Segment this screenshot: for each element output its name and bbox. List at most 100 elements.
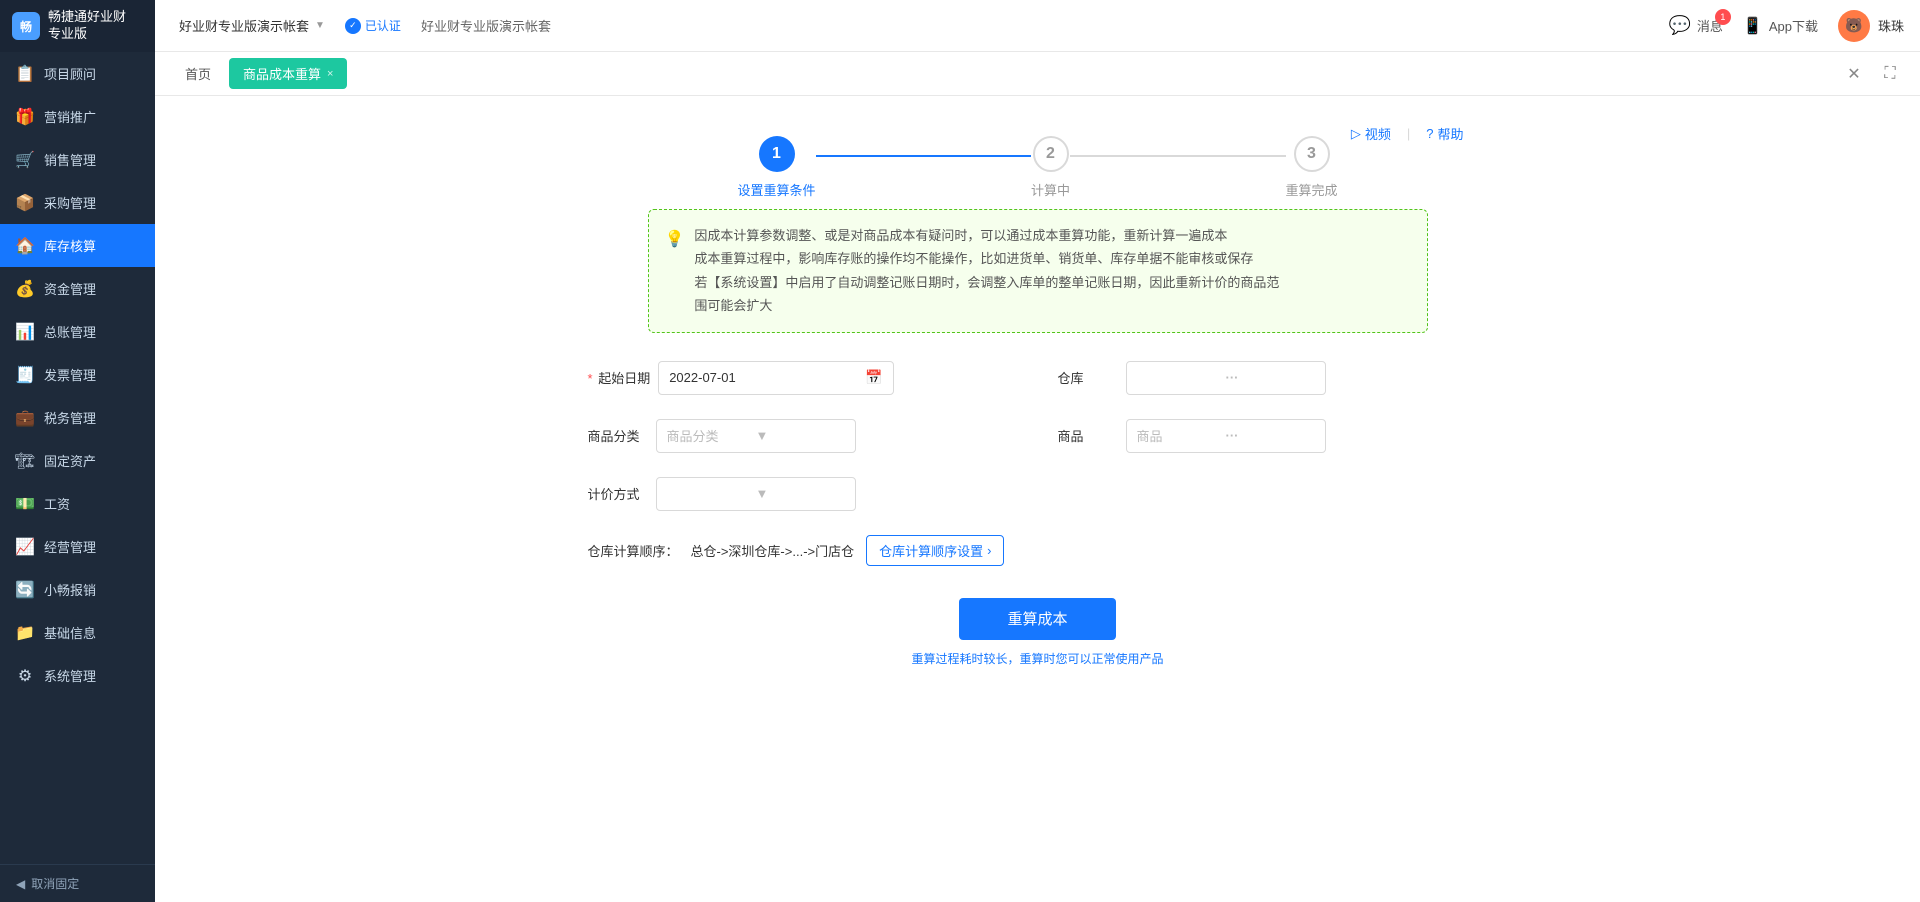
tab-home[interactable]: 首页 [171,58,225,89]
sidebar-item-label: 小畅报销 [44,580,96,599]
sidebar-item-sales[interactable]: 🛒 销售管理 [0,138,155,181]
inventory-icon: 🏠 [16,237,34,255]
app-name: 畅捷通好业财 [48,9,126,26]
company-selector[interactable]: 好业财专业版演示帐套 ▼ [171,12,333,39]
tab-close-btn[interactable]: ✕ [1840,60,1868,88]
warehouse-dots-btn[interactable]: ··· [1226,370,1315,385]
goods-label: 商品 [1058,426,1118,445]
tab-cost-recalc-label: 商品成本重算 [243,64,321,83]
warehouse-order-btn[interactable]: 仓库计算顺序设置 › [866,535,1004,566]
user-avatar: 🐻 [1838,10,1870,42]
assets-icon: 🏗 [16,452,34,470]
warehouse-input[interactable]: ··· [1126,361,1326,395]
calendar-icon[interactable]: 📅 [855,369,892,386]
submit-area: 重算成本 重算过程耗时较长，重算时您可以正常使用产品 [588,598,1488,667]
dashboard-icon: 📋 [16,65,34,83]
sidebar-item-label: 项目顾问 [44,64,96,83]
main-wrapper: 好业财专业版演示帐套 ▼ ✓ 已认证 好业财专业版演示帐套 💬 消息 1 📱 A… [155,0,1920,902]
top-header: 好业财专业版演示帐套 ▼ ✓ 已认证 好业财专业版演示帐套 💬 消息 1 📱 A… [155,0,1920,52]
price-method-select[interactable]: ▼ [656,477,856,511]
step-line-2 [1070,155,1285,157]
step-3-circle: 3 [1294,136,1330,172]
sidebar-item-purchase[interactable]: 📦 采购管理 [0,181,155,224]
warehouse-order-label: 仓库计算顺序： [588,541,679,560]
sidebar-item-basic[interactable]: 📁 基础信息 [0,611,155,654]
user-profile[interactable]: 🐻 珠珠 [1838,10,1904,42]
ledger-icon: 📊 [16,323,34,341]
warehouse-label: 仓库 [1058,368,1118,387]
message-button[interactable]: 💬 消息 1 [1668,15,1722,36]
tab-bar-actions: ✕ ⛶ [1840,60,1904,88]
step-3-label: 重算完成 [1286,180,1338,199]
start-date-input[interactable] [659,362,855,394]
app-logo-icon: 畅 [12,12,40,40]
sidebar-item-label: 经营管理 [44,537,96,556]
tab-close-icon[interactable]: × [327,68,333,80]
start-date-label: * 起始日期 [588,368,651,387]
marketing-icon: 🎁 [16,108,34,126]
sidebar-item-dashboard[interactable]: 📋 项目顾问 [0,52,155,95]
step-1-circle: 1 [759,136,795,172]
video-link[interactable]: ▷ 视频 [1351,124,1391,143]
submit-tip: 重算过程耗时较长，重算时您可以正常使用产品 [588,650,1488,667]
info-line-4: 围可能会扩大 [694,294,1279,317]
step-2-label: 计算中 [1031,180,1070,199]
form-row-2: 商品分类 商品分类 ▼ 商品 商品 ··· [588,419,1488,453]
sidebar-item-payroll[interactable]: 💵 工资 [0,482,155,525]
finance-icon: 💰 [16,280,34,298]
system-icon: ⚙ [16,667,34,685]
start-date-field: * 起始日期 📅 [588,361,1018,395]
category-select[interactable]: 商品分类 ▼ [656,419,856,453]
sidebar-footer-unpin[interactable]: ◀ 取消固定 [0,864,155,902]
sidebar-item-system[interactable]: ⚙ 系统管理 [0,654,155,697]
form-row-3: 计价方式 ▼ [588,477,1488,511]
user-name: 珠珠 [1878,16,1904,35]
verified-icon: ✓ [345,18,361,34]
sidebar-item-label: 系统管理 [44,666,96,685]
stepper-inner: 1 设置重算条件 2 计算中 3 [738,136,1338,199]
basic-icon: 📁 [16,624,34,642]
sidebar-item-finance[interactable]: 💰 资金管理 [0,267,155,310]
warehouse-field: 仓库 ··· [1058,361,1488,395]
app-download-button[interactable]: 📱 App下载 [1743,16,1818,36]
start-date-input-wrapper[interactable]: 📅 [658,361,893,395]
content-area: 1 设置重算条件 2 计算中 3 [155,96,1920,902]
goods-input[interactable]: 商品 ··· [1126,419,1326,453]
tab-cost-recalc[interactable]: 商品成本重算 × [229,58,347,89]
sidebar-item-invoice[interactable]: 🧾 发票管理 [0,353,155,396]
video-label: 视频 [1365,124,1391,143]
play-icon: ▷ [1351,126,1361,142]
step-2-num: 2 [1046,145,1055,163]
sidebar-item-label: 采购管理 [44,193,96,212]
sidebar-item-label: 销售管理 [44,150,96,169]
step-3: 3 重算完成 [1286,136,1338,199]
unpin-label: 取消固定 [31,875,79,892]
sidebar-item-expense[interactable]: 🔄 小畅报销 [0,568,155,611]
sidebar-item-operation[interactable]: 📈 经营管理 [0,525,155,568]
price-method-label: 计价方式 [588,484,648,503]
sidebar-logo: 畅 畅捷通好业财 专业版 [0,0,155,52]
sidebar-item-tax[interactable]: 💼 税务管理 [0,396,155,439]
goods-field: 商品 商品 ··· [1058,419,1488,453]
stepper: 1 设置重算条件 2 计算中 3 [588,116,1488,209]
sidebar-item-inventory[interactable]: 🏠 库存核算 [0,224,155,267]
goods-dots-btn[interactable]: ··· [1226,428,1315,443]
step-2: 2 计算中 [1031,136,1070,199]
step-line-1 [816,155,1031,157]
tab-expand-btn[interactable]: ⛶ [1876,60,1904,88]
form-section: * 起始日期 📅 仓库 ··· [588,361,1488,667]
sidebar-item-assets[interactable]: 🏗 固定资产 [0,439,155,482]
sidebar-nav: 📋 项目顾问 🎁 营销推广 🛒 销售管理 📦 采购管理 🏠 库存核算 💰 资金管… [0,52,155,864]
help-link[interactable]: ? 帮助 [1426,124,1463,143]
sidebar-item-ledger[interactable]: 📊 总账管理 [0,310,155,353]
tab-bar: 首页 商品成本重算 × ✕ ⛶ [155,52,1920,96]
warehouse-order-row: 仓库计算顺序： 总仓->深圳仓库->...->门店仓 仓库计算顺序设置 › [588,535,1488,566]
info-line-1: 因成本计算参数调整、或是对商品成本有疑问时，可以通过成本重算功能，重新计算一遍成… [694,224,1279,247]
help-label: 帮助 [1437,124,1463,143]
payroll-icon: 💵 [16,495,34,513]
step-2-circle: 2 [1033,136,1069,172]
submit-button[interactable]: 重算成本 [959,598,1115,640]
notification-badge: 1 [1715,9,1731,25]
sidebar-item-marketing[interactable]: 🎁 营销推广 [0,95,155,138]
message-icon: 💬 [1668,15,1690,36]
